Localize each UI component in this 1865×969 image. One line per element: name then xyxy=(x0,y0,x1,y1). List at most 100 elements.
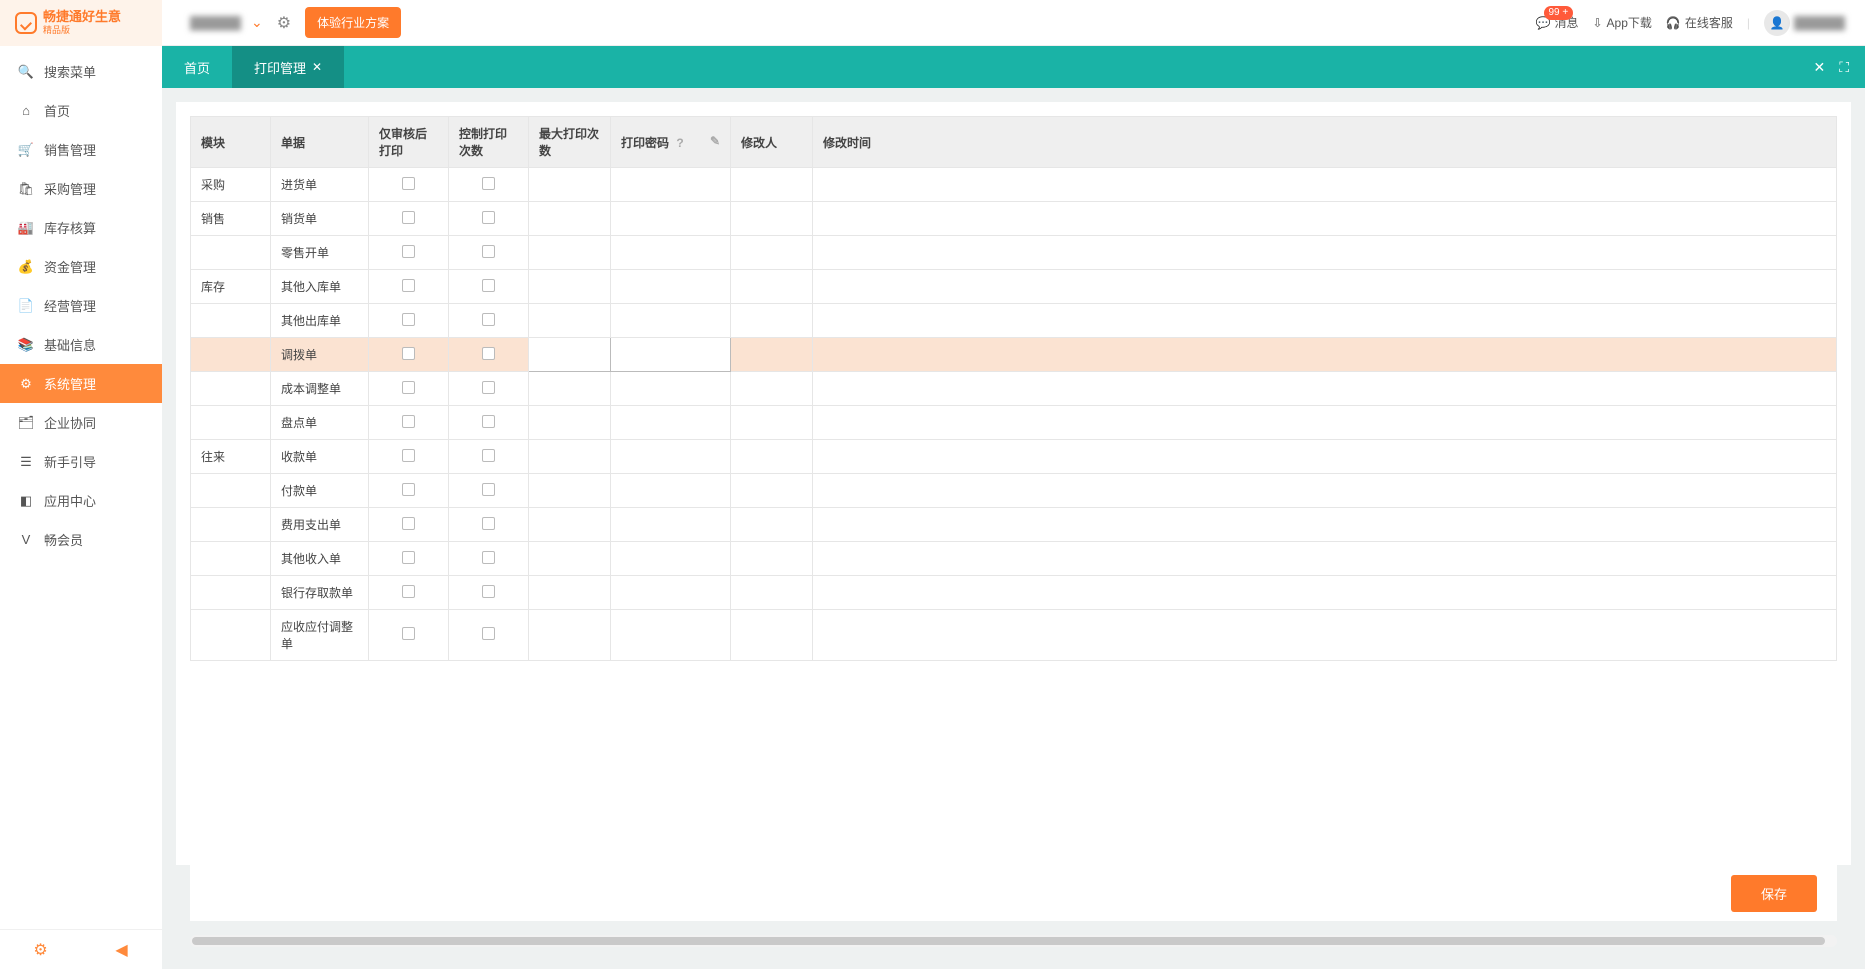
gear-icon[interactable]: ⚙ xyxy=(277,13,291,33)
cell-max-count xyxy=(529,610,611,661)
checkbox[interactable] xyxy=(402,313,415,326)
checkbox[interactable] xyxy=(482,177,495,190)
cell-module xyxy=(191,508,271,542)
sidebar-item-search-menu[interactable]: 🔍搜索菜单 xyxy=(0,52,162,91)
checkbox[interactable] xyxy=(402,551,415,564)
edit-icon[interactable]: ✎ xyxy=(710,134,720,148)
message-badge: 99 + xyxy=(1544,6,1574,20)
checkbox[interactable] xyxy=(482,585,495,598)
checkbox[interactable] xyxy=(402,627,415,640)
cell-max-count xyxy=(529,542,611,576)
checkbox[interactable] xyxy=(402,245,415,258)
org-selector[interactable]: ██████ ⌄ xyxy=(182,10,271,35)
cell-modify-time xyxy=(813,440,1837,474)
sidebar-item-guide[interactable]: ☰新手引导 xyxy=(0,442,162,481)
checkbox[interactable] xyxy=(482,449,495,462)
sidebar-item-app-center[interactable]: ◧应用中心 xyxy=(0,481,162,520)
print-settings-panel: 模块 单据 仅审核后打印 控制打印次数 最大打印次数 打印密码 ? ✎ xyxy=(176,102,1851,865)
checkbox[interactable] xyxy=(402,585,415,598)
sidebar-item-operation[interactable]: 📄经营管理 xyxy=(0,286,162,325)
sidebar-item-home[interactable]: ⌂首页 xyxy=(0,91,162,130)
user-menu[interactable]: 👤 ██████ xyxy=(1764,10,1845,36)
cell-module xyxy=(191,338,271,372)
sidebar-item-collab[interactable]: 🗂企业协同 xyxy=(0,403,162,442)
sidebar-item-label: 企业协同 xyxy=(44,413,96,432)
cell-print-password xyxy=(611,440,731,474)
tab-打印管理[interactable]: 打印管理✕ xyxy=(232,46,344,88)
checkbox[interactable] xyxy=(402,381,415,394)
checkbox[interactable] xyxy=(482,627,495,640)
checkbox[interactable] xyxy=(482,279,495,292)
download-icon: ⇩ xyxy=(1592,16,1602,30)
checkbox[interactable] xyxy=(482,347,495,360)
purchase-icon: 🛍 xyxy=(18,181,34,197)
cell-audit-print xyxy=(369,406,449,440)
sidebar-item-label: 畅会员 xyxy=(44,530,83,549)
help-icon[interactable]: ? xyxy=(676,136,683,150)
checkbox[interactable] xyxy=(482,211,495,224)
sidebar-item-label: 系统管理 xyxy=(44,374,96,393)
th-control-count: 控制打印次数 xyxy=(449,117,529,168)
checkbox[interactable] xyxy=(402,177,415,190)
sidebar-item-label: 资金管理 xyxy=(44,257,96,276)
checkbox[interactable] xyxy=(482,415,495,428)
cell-module: 采购 xyxy=(191,168,271,202)
industry-plan-button[interactable]: 体验行业方案 xyxy=(305,7,401,38)
checkbox[interactable] xyxy=(482,245,495,258)
close-icon[interactable]: ✕ xyxy=(312,60,322,74)
cell-max-count xyxy=(529,304,611,338)
checkbox[interactable] xyxy=(482,313,495,326)
fullscreen-icon[interactable]: ⛶ xyxy=(1839,59,1849,76)
tab-首页[interactable]: 首页 xyxy=(162,46,232,88)
sidebar-item-sales[interactable]: 🛒销售管理 xyxy=(0,130,162,169)
cell-module xyxy=(191,474,271,508)
checkbox[interactable] xyxy=(482,517,495,530)
checkbox[interactable] xyxy=(402,211,415,224)
logo-title: 畅捷通好生意 xyxy=(43,10,121,23)
cell-module xyxy=(191,304,271,338)
table-row: 应收应付调整单 xyxy=(191,610,1837,661)
sidebar-item-inventory[interactable]: 🏭库存核算 xyxy=(0,208,162,247)
messages-button[interactable]: 💬 99 + 消息 xyxy=(1536,14,1579,31)
th-modify-time: 修改时间 xyxy=(813,117,1837,168)
sidebar-item-purchase[interactable]: 🛍采购管理 xyxy=(0,169,162,208)
checkbox[interactable] xyxy=(402,449,415,462)
cell-control-count xyxy=(449,270,529,304)
tab-close-all-icon[interactable]: ✕ xyxy=(1813,59,1825,76)
sidebar-item-basic-info[interactable]: 📚基础信息 xyxy=(0,325,162,364)
cell-control-count xyxy=(449,202,529,236)
cell-print-password xyxy=(611,236,731,270)
checkbox[interactable] xyxy=(402,517,415,530)
avatar-icon: 👤 xyxy=(1764,10,1790,36)
cell-modifier xyxy=(731,508,813,542)
sidebar-collapse-button[interactable]: ◀ xyxy=(81,930,162,969)
save-button[interactable]: 保存 xyxy=(1731,875,1817,912)
home-icon: ⌂ xyxy=(18,103,34,118)
cell-document: 进货单 xyxy=(271,168,369,202)
cell-modify-time xyxy=(813,202,1837,236)
horizontal-scrollbar[interactable] xyxy=(190,935,1837,947)
cell-max-count xyxy=(529,236,611,270)
cell-max-count[interactable] xyxy=(529,338,611,372)
cell-max-count xyxy=(529,372,611,406)
cell-control-count xyxy=(449,508,529,542)
app-download-button[interactable]: ⇩ App下载 xyxy=(1592,14,1651,31)
checkbox[interactable] xyxy=(402,347,415,360)
sidebar-item-funds[interactable]: 💰资金管理 xyxy=(0,247,162,286)
cell-document: 付款单 xyxy=(271,474,369,508)
online-service-button[interactable]: 🎧 在线客服 xyxy=(1666,14,1733,31)
cell-control-count xyxy=(449,236,529,270)
cell-max-count xyxy=(529,576,611,610)
checkbox[interactable] xyxy=(482,551,495,564)
checkbox[interactable] xyxy=(402,483,415,496)
checkbox[interactable] xyxy=(482,381,495,394)
checkbox[interactable] xyxy=(402,415,415,428)
cell-print-password xyxy=(611,576,731,610)
footer-bar: 保存 xyxy=(190,865,1837,921)
checkbox[interactable] xyxy=(402,279,415,292)
sidebar-settings-button[interactable]: ⚙ xyxy=(0,930,81,969)
sidebar-item-member[interactable]: V畅会员 xyxy=(0,520,162,559)
checkbox[interactable] xyxy=(482,483,495,496)
cell-print-password[interactable] xyxy=(611,338,731,372)
sidebar-item-system[interactable]: ⚙系统管理 xyxy=(0,364,162,403)
